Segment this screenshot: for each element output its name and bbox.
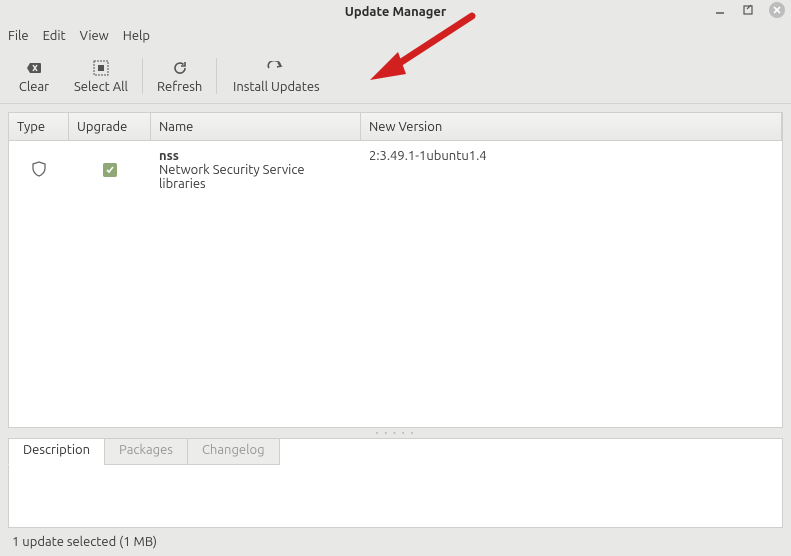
status-text: 1 update selected (1 MB) [12, 535, 157, 549]
column-type[interactable]: Type [9, 113, 69, 140]
name-cell: nss Network Security Service libraries [151, 147, 361, 193]
refresh-button[interactable]: Refresh [147, 51, 212, 101]
menubar: File Edit View Help [0, 24, 791, 48]
select-all-button[interactable]: Select All [64, 51, 138, 101]
toolbar-separator [216, 58, 217, 94]
clear-button[interactable]: Clear [4, 51, 64, 101]
refresh-icon [172, 58, 188, 78]
install-updates-button[interactable]: Install Updates [221, 51, 331, 101]
tab-packages[interactable]: Packages [104, 438, 188, 465]
minimize-button[interactable] [713, 3, 727, 17]
column-upgrade[interactable]: Upgrade [69, 113, 151, 140]
window-buttons [713, 2, 785, 18]
toolbar-separator [142, 58, 143, 94]
close-button[interactable] [769, 2, 785, 18]
pane-splitter[interactable]: • • • • • [0, 428, 791, 438]
tab-changelog[interactable]: Changelog [187, 438, 280, 465]
details-panel: Description Packages Changelog [8, 438, 783, 528]
menu-help[interactable]: Help [123, 29, 150, 43]
titlebar: Update Manager [0, 0, 791, 24]
menu-file[interactable]: File [8, 29, 29, 43]
type-cell [9, 147, 69, 193]
package-name: nss [159, 149, 353, 163]
upgrade-cell[interactable] [69, 147, 151, 193]
version-cell: 2:3.49.1-1ubuntu1.4 [361, 147, 782, 193]
install-icon [267, 58, 285, 78]
column-name[interactable]: Name [151, 113, 361, 140]
statusbar: 1 update selected (1 MB) [0, 528, 791, 556]
package-description: Network Security Service libraries [159, 163, 353, 191]
menu-view[interactable]: View [80, 29, 109, 43]
table-row[interactable]: nss Network Security Service libraries 2… [9, 141, 782, 199]
shield-icon [32, 161, 46, 180]
column-new-version[interactable]: New Version [361, 113, 782, 140]
table-header: Type Upgrade Name New Version [9, 113, 782, 141]
checkbox-checked-icon[interactable] [103, 163, 117, 177]
clear-icon [26, 58, 42, 78]
install-updates-label: Install Updates [233, 80, 320, 94]
refresh-label: Refresh [157, 80, 202, 94]
clear-label: Clear [19, 80, 49, 94]
window-title: Update Manager [345, 5, 447, 19]
table-body[interactable]: nss Network Security Service libraries 2… [9, 141, 782, 427]
toolbar: Clear Select All Refresh Install Updates [0, 48, 791, 104]
menu-edit[interactable]: Edit [43, 29, 66, 43]
select-all-label: Select All [74, 80, 128, 94]
details-tabs: Description Packages Changelog [8, 438, 279, 465]
select-all-icon [93, 58, 109, 78]
tab-description[interactable]: Description [8, 438, 105, 465]
updates-table: Type Upgrade Name New Version nss Networ… [8, 112, 783, 428]
maximize-button[interactable] [741, 3, 755, 17]
